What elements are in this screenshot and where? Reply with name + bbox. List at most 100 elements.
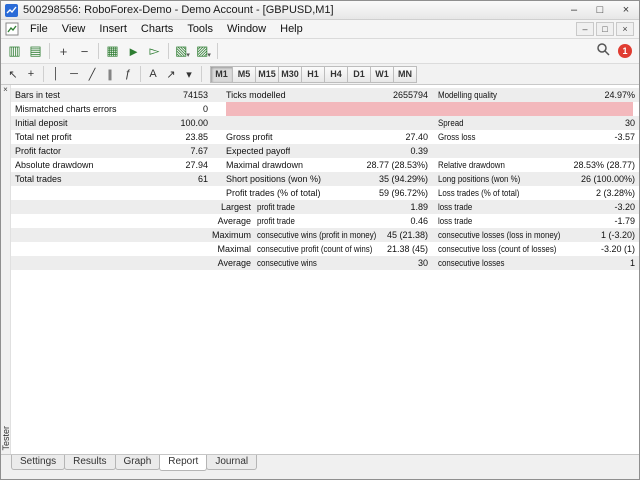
toolbar-separator [140, 66, 141, 82]
report-cell: profit trade 0.46 [257, 214, 428, 228]
timeframe-m30-button[interactable]: M30 [279, 65, 302, 83]
toolbar-separator [168, 43, 169, 59]
chart-shift-icon[interactable]: ▻ [144, 41, 165, 62]
report-value: 2655794 [388, 88, 428, 102]
chart-restore-icon[interactable]: □ [596, 22, 614, 36]
report-cell: Short positions (won %) 35 (94.29%) [226, 172, 428, 186]
report-cell [438, 144, 635, 158]
report-label: consecutive wins [257, 258, 317, 268]
report-cell: consecutive wins 30 [257, 256, 428, 270]
chart-document-icon[interactable] [5, 22, 19, 36]
timeframe-mn-button[interactable]: MN [394, 65, 417, 83]
timeframe-group: M1 M5 M15 M30 H1 H4 D1 W1 MN [210, 65, 417, 83]
report-label: consecutive loss (count of losses) [438, 244, 557, 254]
bottom-strip [1, 472, 639, 479]
report-value: -3.57 [610, 130, 635, 144]
report-cell: Bars in test 74153 [11, 88, 208, 102]
tab-journal[interactable]: Journal [206, 455, 258, 470]
toolbar-separator [217, 43, 218, 59]
timeframe-m5-button[interactable]: M5 [233, 65, 256, 83]
tab-report[interactable]: Report [159, 455, 208, 471]
candlestick-chart-icon[interactable]: ▤ [25, 41, 46, 62]
close-icon[interactable]: × [613, 1, 639, 19]
report-label: Profit trades (% of total) [226, 188, 321, 198]
bar-chart-icon[interactable]: ▥ [4, 41, 25, 62]
maximize-icon[interactable]: □ [587, 1, 613, 19]
report-value: 0.46 [406, 214, 428, 228]
chart-close-icon[interactable]: × [616, 22, 634, 36]
menu-items: File View Insert Charts Tools Window Help [23, 21, 310, 37]
timeframe-d1-button[interactable]: D1 [348, 65, 371, 83]
zoom-in-icon[interactable]: + [53, 41, 74, 62]
profiles-icon[interactable]: ▨ ▾ [193, 41, 214, 62]
report-cell: consecutive losses (loss in money) 1 (-3.… [438, 228, 635, 242]
report-cell: Total trades 61 [11, 172, 208, 186]
report-label: Profit factor [15, 146, 62, 156]
menu-view[interactable]: View [55, 21, 93, 37]
report-value: -3.20 (1) [596, 242, 635, 256]
report-cell: Spread 30 [438, 116, 635, 130]
report-value: 23.85 [181, 130, 208, 144]
fibonacci-icon[interactable]: ƒ [119, 66, 137, 83]
tab-settings[interactable]: Settings [11, 455, 66, 470]
chart-minimize-icon[interactable]: – [576, 22, 594, 36]
timeframe-h1-button[interactable]: H1 [302, 65, 325, 83]
report-cell: loss trade -3.20 [438, 200, 635, 214]
menu-window[interactable]: Window [220, 21, 273, 37]
report-label: Absolute drawdown [15, 160, 94, 170]
horizontal-line-icon[interactable]: ─ [65, 66, 83, 83]
report-subrow-label: Maximal [217, 244, 251, 254]
new-chart-icon[interactable]: ▧ ▾ [172, 41, 193, 62]
report-row: Total net profit 23.85 Gross profit 27.40 Gr… [11, 130, 639, 144]
report-cell: Initial deposit 100.00 [11, 116, 208, 130]
menu-help[interactable]: Help [273, 21, 310, 37]
timeframe-w1-button[interactable]: W1 [371, 65, 394, 83]
menu-file[interactable]: File [23, 21, 55, 37]
timeframe-m1-button[interactable]: M1 [210, 65, 233, 83]
objects-dropdown-icon[interactable]: ▾ [180, 66, 198, 83]
report-label: Long positions (won %) [438, 174, 521, 184]
report-label: Expected payoff [226, 146, 291, 156]
report-value: -3.20 [610, 200, 635, 214]
dropdown-caret-icon: ▾ [207, 51, 211, 59]
menu-charts[interactable]: Charts [134, 21, 180, 37]
report-label: Loss trades (% of total) [438, 188, 520, 198]
mt4-window: 500298556: RoboForex-Demo - Demo Account… [0, 0, 640, 480]
zoom-out-icon[interactable]: − [74, 41, 95, 62]
menu-insert[interactable]: Insert [92, 21, 134, 37]
menu-tools[interactable]: Tools [180, 21, 220, 37]
cursor-icon[interactable]: ↖ [4, 66, 22, 83]
report-cell: Total net profit 23.85 [11, 130, 208, 144]
dropdown-caret-icon: ▾ [186, 51, 190, 59]
report-value: 45 (21.38) [382, 228, 428, 242]
tester-panel-strip: × Tester [1, 85, 11, 454]
arrow-object-icon[interactable]: ↗ [162, 66, 180, 83]
trendline-icon[interactable]: ╱ [83, 66, 101, 83]
report-value: 30 [620, 116, 635, 130]
notification-badge[interactable]: 1 [618, 44, 632, 58]
report-cell: Maximal drawdown 28.77 (28.53%) [226, 158, 428, 172]
report-cell: Expected payoff 0.39 [226, 144, 428, 158]
timeframe-m15-button[interactable]: M15 [256, 65, 279, 83]
auto-scroll-icon[interactable]: ► [123, 41, 144, 62]
crosshair-icon[interactable]: + [22, 66, 40, 83]
text-label-icon[interactable]: A [144, 66, 162, 83]
report-row: Absolute drawdown 27.94 Maximal drawdown 28… [11, 158, 639, 172]
tester-close-icon[interactable]: × [1, 85, 10, 95]
tile-windows-icon[interactable]: ▦ [102, 41, 123, 62]
report-cell: Profit trades (% of total) 59 (96.72%) [226, 186, 428, 200]
timeframe-h4-button[interactable]: H4 [325, 65, 348, 83]
report-row: Average profit trade 0.46 loss trade -1.79 [11, 214, 639, 228]
tab-graph[interactable]: Graph [114, 455, 161, 470]
vertical-line-icon[interactable]: │ [47, 66, 65, 83]
report-row: Mismatched charts errors 0 [11, 102, 639, 116]
tab-results[interactable]: Results [64, 455, 116, 470]
minimize-icon[interactable]: – [561, 1, 587, 19]
report-value: 28.77 (28.53%) [362, 158, 428, 172]
report-value: 1.89 [406, 200, 428, 214]
report-value: 74153 [178, 88, 208, 102]
report-subrow-label: Largest [220, 202, 251, 212]
channel-icon[interactable]: ∥ [101, 66, 119, 83]
report-cell: Absolute drawdown 27.94 [11, 158, 208, 172]
search-icon[interactable] [596, 42, 610, 61]
